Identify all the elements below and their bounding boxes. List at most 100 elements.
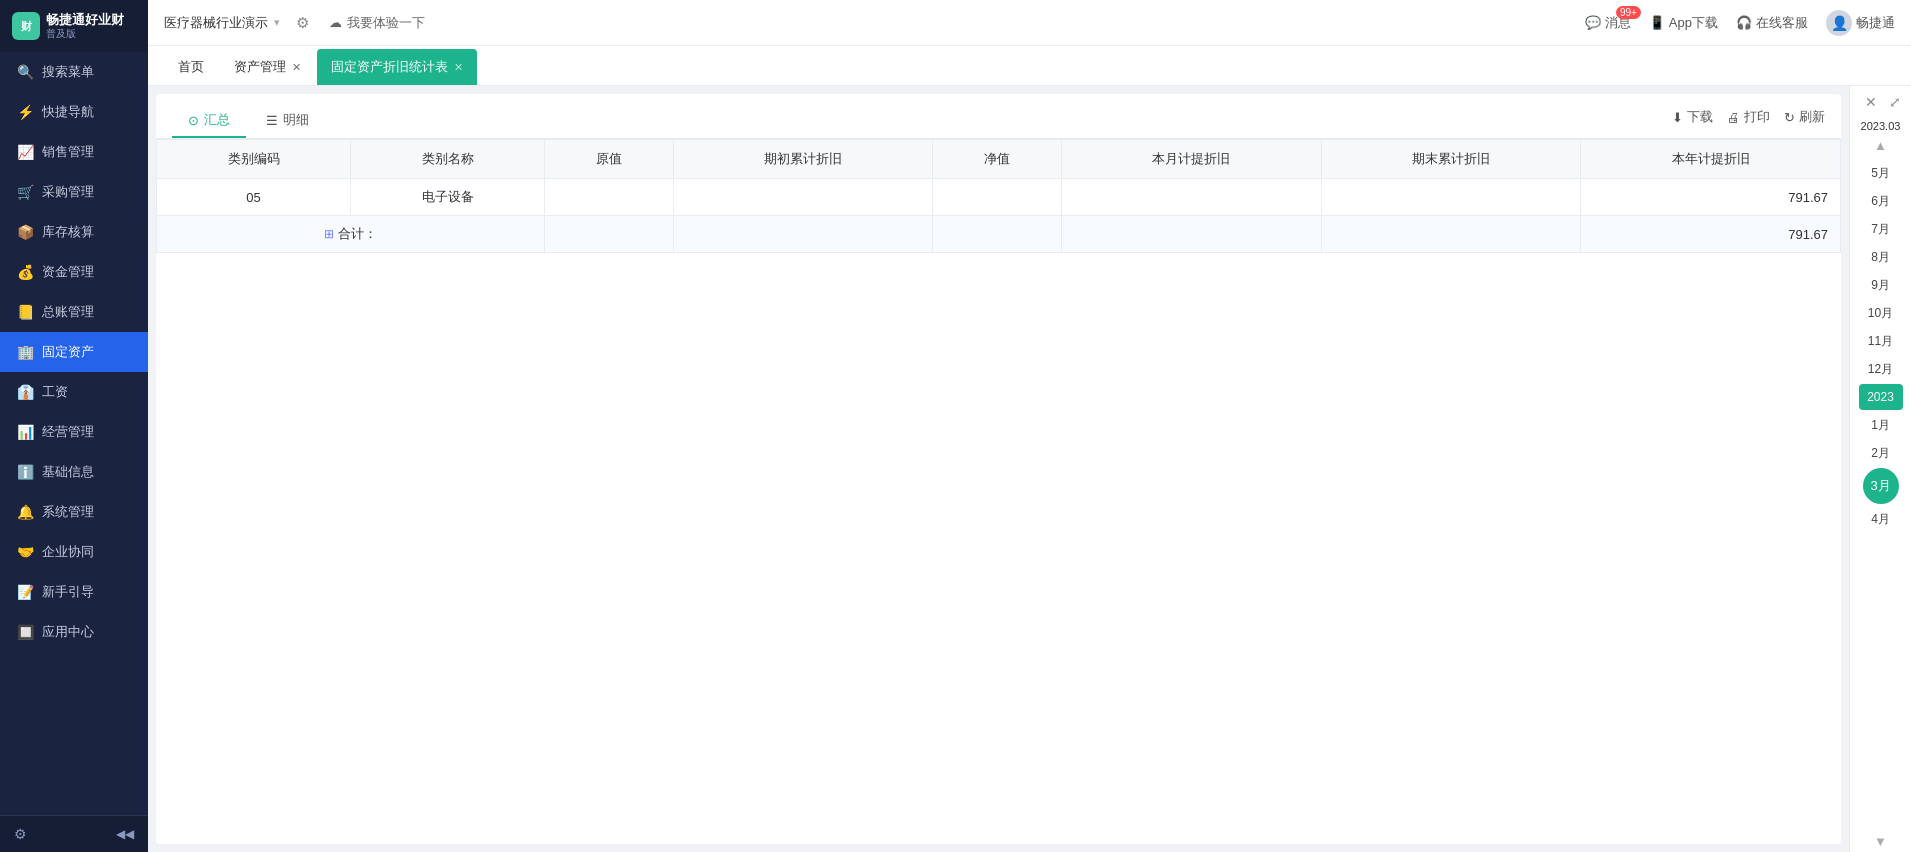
sidebar-item-label: 资金管理 xyxy=(42,263,94,281)
sidebar-item-ledger[interactable]: 📒 总账管理 xyxy=(0,292,148,332)
month-item-2023-4[interactable]: 4月 xyxy=(1859,506,1903,532)
payroll-icon: 👔 xyxy=(16,384,34,400)
avatar: 👤 xyxy=(1826,10,1852,36)
online-service-button[interactable]: 🎧 在线客服 xyxy=(1736,14,1808,32)
company-name: 医疗器械行业演示 xyxy=(164,14,268,32)
scroll-up-button[interactable]: ▲ xyxy=(1850,134,1911,156)
company-selector[interactable]: 医疗器械行业演示 ▾ xyxy=(164,14,280,32)
month-item-8[interactable]: 8月 xyxy=(1859,244,1903,270)
col-original-value: 原值 xyxy=(545,140,674,179)
app-download-button[interactable]: 📱 App下载 xyxy=(1649,14,1718,32)
content-main: ⊙ 汇总 ☰ 明细 ⬇ 下载 🖨 打印 xyxy=(156,94,1841,844)
right-panel-month-list: 5月 6月 7月 8月 9月 10月 11月 xyxy=(1850,156,1911,830)
sidebar-item-label: 应用中心 xyxy=(42,623,94,641)
messages-button[interactable]: 💬 消息 99+ xyxy=(1585,14,1631,32)
col-net-value: 净值 xyxy=(933,140,1062,179)
cloud-icon: ☁ xyxy=(329,15,342,30)
sidebar-item-guide[interactable]: 📝 新手引导 xyxy=(0,572,148,612)
col-name: 类别名称 xyxy=(351,140,545,179)
right-panel: ✕ ⤢ 2023.03 ▲ 5月 6月 7月 8月 9月 xyxy=(1849,86,1911,852)
month-item-11[interactable]: 11月 xyxy=(1859,328,1903,354)
month-item-2023-2[interactable]: 2月 xyxy=(1859,440,1903,466)
download-button[interactable]: ⬇ 下载 xyxy=(1672,108,1713,126)
sidebar-item-label: 销售管理 xyxy=(42,143,94,161)
message-icon: 💬 xyxy=(1585,15,1601,30)
sidebar-item-payroll[interactable]: 👔 工资 xyxy=(0,372,148,412)
col-ending-accumulated: 期末累计折旧 xyxy=(1321,140,1581,179)
sidebar-item-basic-info[interactable]: ℹ️ 基础信息 xyxy=(0,452,148,492)
sidebar-item-sales[interactable]: 📈 销售管理 xyxy=(0,132,148,172)
table-wrapper: 类别编码 类别名称 原值 期初累计折旧 净值 本月计提折旧 期末累计折旧 本年计… xyxy=(156,139,1841,844)
depreciation-table: 类别编码 类别名称 原值 期初累计折旧 净值 本月计提折旧 期末累计折旧 本年计… xyxy=(156,139,1841,253)
operations-icon: 📊 xyxy=(16,424,34,440)
sidebar: 财 畅捷通好业财 普及版 🔍 搜索菜单 ⚡ 快捷导航 📈 销售管理 🛒 采购管理… xyxy=(0,0,148,852)
app-center-icon: 🔲 xyxy=(16,624,34,640)
sidebar-item-label: 系统管理 xyxy=(42,503,94,521)
scroll-down-button[interactable]: ▼ xyxy=(1850,830,1911,852)
summary-label-text: 合计： xyxy=(338,225,377,243)
search-icon: 🔍 xyxy=(16,64,34,80)
sum-icon: ⊞ xyxy=(324,227,334,241)
month-item-5[interactable]: 5月 xyxy=(1859,160,1903,186)
sidebar-item-label: 快捷导航 xyxy=(42,103,94,121)
summary-net-value xyxy=(933,216,1062,253)
sub-tab-summary[interactable]: ⊙ 汇总 xyxy=(172,104,246,138)
enterprise-icon: 🤝 xyxy=(16,544,34,560)
tab-depreciation-table[interactable]: 固定资产折旧统计表 ✕ xyxy=(317,49,477,85)
tab-close-active-icon[interactable]: ✕ xyxy=(454,61,463,74)
month-item-2023-1[interactable]: 1月 xyxy=(1859,412,1903,438)
settings-button[interactable]: ⚙ xyxy=(296,14,309,32)
month-item-9[interactable]: 9月 xyxy=(1859,272,1903,298)
month-item-10[interactable]: 10月 xyxy=(1859,300,1903,326)
col-annual-depreciation: 本年计提折旧 xyxy=(1581,140,1841,179)
right-panel-header: ✕ ⤢ xyxy=(1850,86,1911,116)
table-header-row: 类别编码 类别名称 原值 期初累计折旧 净值 本月计提折旧 期末累计折旧 本年计… xyxy=(157,140,1841,179)
tab-asset-mgmt[interactable]: 资产管理 ✕ xyxy=(220,49,315,85)
sidebar-item-quick-nav[interactable]: ⚡ 快捷导航 xyxy=(0,92,148,132)
collapse-sidebar-icon[interactable]: ◀◀ xyxy=(116,827,134,841)
row-name: 电子设备 xyxy=(351,179,545,216)
messages-badge: 99+ xyxy=(1616,6,1641,19)
settings-icon[interactable]: ⚙ xyxy=(14,826,27,842)
chevron-down-icon: ▾ xyxy=(274,16,280,29)
system-icon: 🔔 xyxy=(16,504,34,520)
tab-home[interactable]: 首页 xyxy=(164,49,218,85)
sub-tabs: ⊙ 汇总 ☰ 明细 ⬇ 下载 🖨 打印 xyxy=(156,94,1841,139)
right-panel-close-button[interactable]: ✕ xyxy=(1861,92,1881,112)
sidebar-item-label: 固定资产 xyxy=(42,343,94,361)
month-item-7[interactable]: 7月 xyxy=(1859,216,1903,242)
print-button[interactable]: 🖨 打印 xyxy=(1727,108,1770,126)
sidebar-item-fixed-assets[interactable]: 🏢 固定资产 xyxy=(0,332,148,372)
row-annual-depreciation: 791.67 xyxy=(1581,179,1841,216)
inventory-icon: 📦 xyxy=(16,224,34,240)
sidebar-item-label: 经营管理 xyxy=(42,423,94,441)
app-logo-icon: 财 xyxy=(12,12,40,40)
year-2023-label[interactable]: 2023 xyxy=(1859,384,1903,410)
sidebar-item-app-center[interactable]: 🔲 应用中心 xyxy=(0,612,148,652)
month-item-2023-3[interactable]: 3月 xyxy=(1863,468,1899,504)
sidebar-item-purchase[interactable]: 🛒 采购管理 xyxy=(0,172,148,212)
refresh-button[interactable]: ↻ 刷新 xyxy=(1784,108,1825,126)
sub-tab-detail[interactable]: ☰ 明细 xyxy=(250,104,325,138)
refresh-icon: ↻ xyxy=(1784,110,1795,125)
sidebar-item-finance[interactable]: 💰 资金管理 xyxy=(0,252,148,292)
row-code: 05 xyxy=(157,179,351,216)
sidebar-item-inventory[interactable]: 📦 库存核算 xyxy=(0,212,148,252)
header-right: 💬 消息 99+ 📱 App下载 🎧 在线客服 👤 畅捷通 xyxy=(1585,10,1895,36)
purchase-icon: 🛒 xyxy=(16,184,34,200)
sidebar-item-system[interactable]: 🔔 系统管理 xyxy=(0,492,148,532)
table-row: 05 电子设备 791.67 xyxy=(157,179,1841,216)
sidebar-item-label: 库存核算 xyxy=(42,223,94,241)
main-area: 医疗器械行业演示 ▾ ⚙ ☁ 我要体验一下 💬 消息 99+ 📱 App下载 🎧… xyxy=(148,0,1911,852)
sidebar-item-operations[interactable]: 📊 经营管理 xyxy=(0,412,148,452)
sidebar-item-search[interactable]: 🔍 搜索菜单 xyxy=(0,52,148,92)
user-menu[interactable]: 👤 畅捷通 xyxy=(1826,10,1895,36)
summary-original-value xyxy=(545,216,674,253)
month-item-6[interactable]: 6月 xyxy=(1859,188,1903,214)
month-item-12[interactable]: 12月 xyxy=(1859,356,1903,382)
row-net-value xyxy=(933,179,1062,216)
experience-button[interactable]: ☁ 我要体验一下 xyxy=(329,14,425,32)
right-panel-expand-button[interactable]: ⤢ xyxy=(1885,92,1905,112)
sidebar-item-enterprise[interactable]: 🤝 企业协同 xyxy=(0,532,148,572)
tab-close-icon[interactable]: ✕ xyxy=(292,61,301,74)
